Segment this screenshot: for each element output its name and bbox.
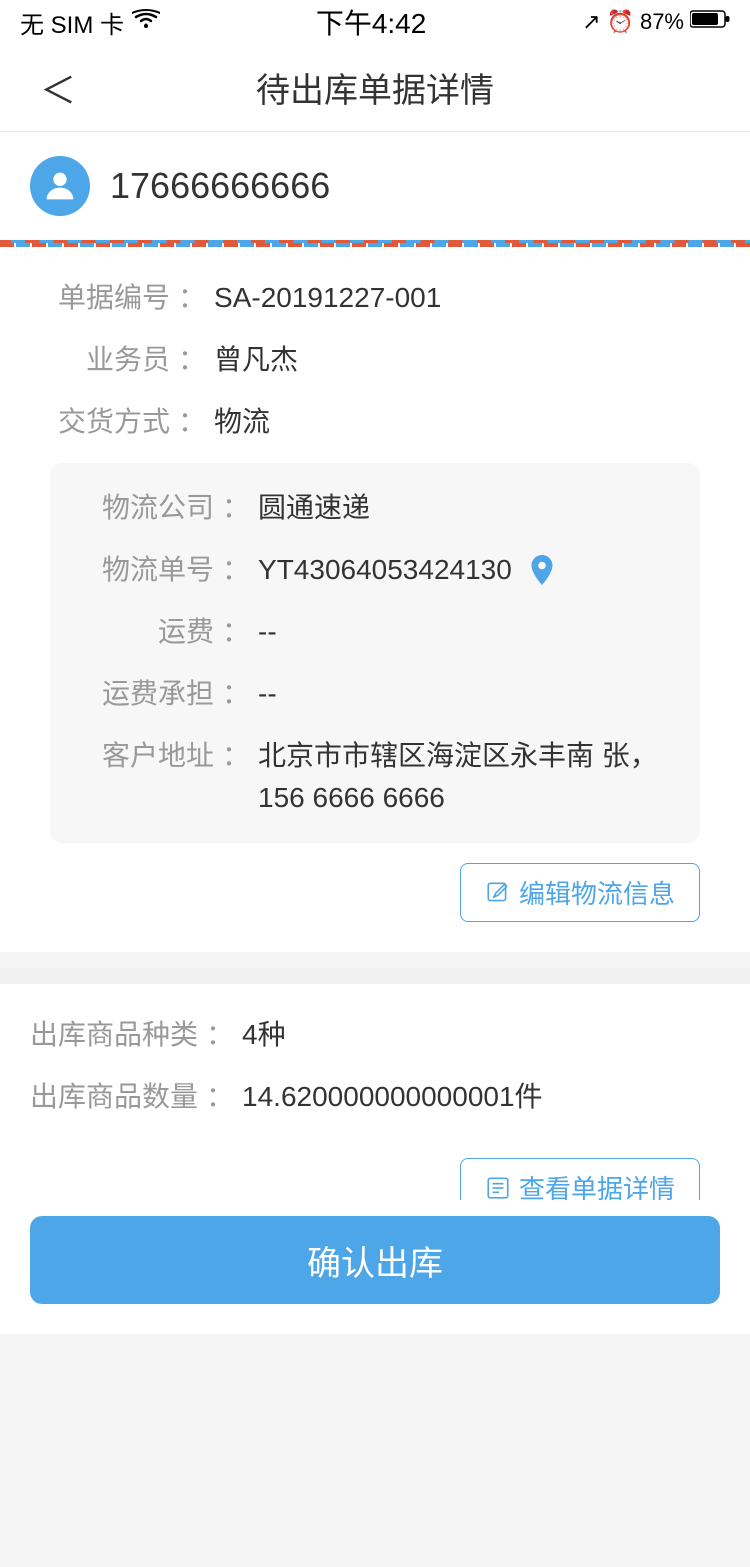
section-separator	[0, 968, 750, 984]
logistics-company-row: 物流公司 ： 圆通速递	[74, 487, 676, 529]
confirm-outbound-button[interactable]: 确认出库	[30, 1216, 720, 1304]
customer-header: 17666666666	[0, 132, 750, 243]
status-right: ↗ ⏰ 87%	[582, 9, 730, 35]
freight-label: 运费	[74, 611, 214, 653]
map-location-icon[interactable]	[524, 552, 560, 588]
address-row: 客户地址 ： 北京市市辖区海淀区永丰南 张，156 6666 6666	[74, 735, 676, 819]
goods-types-label: 出库商品种类	[30, 1014, 198, 1056]
edit-icon	[485, 880, 511, 906]
sales-person-label: 业务员	[30, 339, 170, 381]
wifi-icon	[132, 8, 160, 36]
goods-types-row: 出库商品种类 ： 4种	[30, 1014, 720, 1056]
address-value: 北京市市辖区海淀区永丰南 张，156 6666 6666	[258, 735, 676, 819]
avatar	[30, 156, 90, 216]
freight-row: 运费 ： --	[74, 611, 676, 653]
tracking-no-value: YT43064053424130	[258, 549, 512, 591]
order-info-section: 单据编号 ： SA-20191227-001 业务员 ： 曾凡杰 交货方式 ： …	[0, 247, 750, 952]
list-icon	[485, 1175, 511, 1201]
freight-value: --	[258, 611, 676, 653]
customer-phone: 17666666666	[110, 165, 330, 207]
tracking-no-label: 物流单号	[74, 549, 214, 591]
content: 17666666666 单据编号 ： SA-20191227-001 业务员 ：…	[0, 132, 750, 1567]
goods-quantity-row: 出库商品数量 ： 14.620000000000001件	[30, 1076, 720, 1118]
battery-icon	[690, 9, 730, 35]
delivery-method-label: 交货方式	[30, 401, 170, 443]
battery-text: 87%	[640, 9, 684, 35]
status-left: 无 SIM 卡	[20, 5, 160, 40]
tracking-no-row: 物流单号 ： YT43064053424130	[74, 549, 676, 591]
address-label: 客户地址	[74, 735, 214, 777]
carrier-text: 无 SIM 卡	[20, 5, 124, 40]
confirm-btn-label: 确认出库	[307, 1236, 443, 1285]
status-bar: 无 SIM 卡 下午4:42 ↗ ⏰ 87%	[0, 0, 750, 44]
freight-bearer-value: --	[258, 673, 676, 715]
alarm-icon: ⏰	[607, 9, 634, 35]
tracking-no-container: YT43064053424130	[258, 549, 676, 591]
logistics-card: 物流公司 ： 圆通速递 物流单号 ： YT43064053424130 运费 ：…	[50, 463, 700, 843]
back-button[interactable]: ＜	[30, 52, 86, 124]
edit-logistics-button[interactable]: 编辑物流信息	[460, 863, 700, 922]
goods-quantity-label: 出库商品数量	[30, 1076, 198, 1118]
page-title: 待出库单据详情	[256, 63, 494, 112]
confirm-btn-wrapper: 确认出库	[0, 1200, 750, 1334]
nav-bar: ＜ 待出库单据详情	[0, 44, 750, 132]
sales-person-row: 业务员 ： 曾凡杰	[30, 339, 720, 381]
edit-btn-row: 编辑物流信息	[30, 843, 720, 922]
order-no-row: 单据编号 ： SA-20191227-001	[30, 277, 720, 319]
order-no-value: SA-20191227-001	[214, 277, 720, 319]
freight-bearer-label: 运费承担	[74, 673, 214, 715]
delivery-method-row: 交货方式 ： 物流	[30, 401, 720, 443]
delivery-method-value: 物流	[214, 401, 720, 443]
goods-types-value: 4种	[242, 1014, 720, 1056]
goods-quantity-value: 14.620000000000001件	[242, 1076, 720, 1118]
status-time: 下午4:42	[316, 2, 427, 42]
order-no-label: 单据编号	[30, 277, 170, 319]
freight-bearer-row: 运费承担 ： --	[74, 673, 676, 715]
logistics-company-label: 物流公司	[74, 487, 214, 529]
sales-person-value: 曾凡杰	[214, 339, 720, 381]
edit-logistics-label: 编辑物流信息	[519, 874, 675, 911]
logistics-company-value: 圆通速递	[258, 487, 676, 529]
location-status-icon: ↗	[582, 9, 600, 35]
